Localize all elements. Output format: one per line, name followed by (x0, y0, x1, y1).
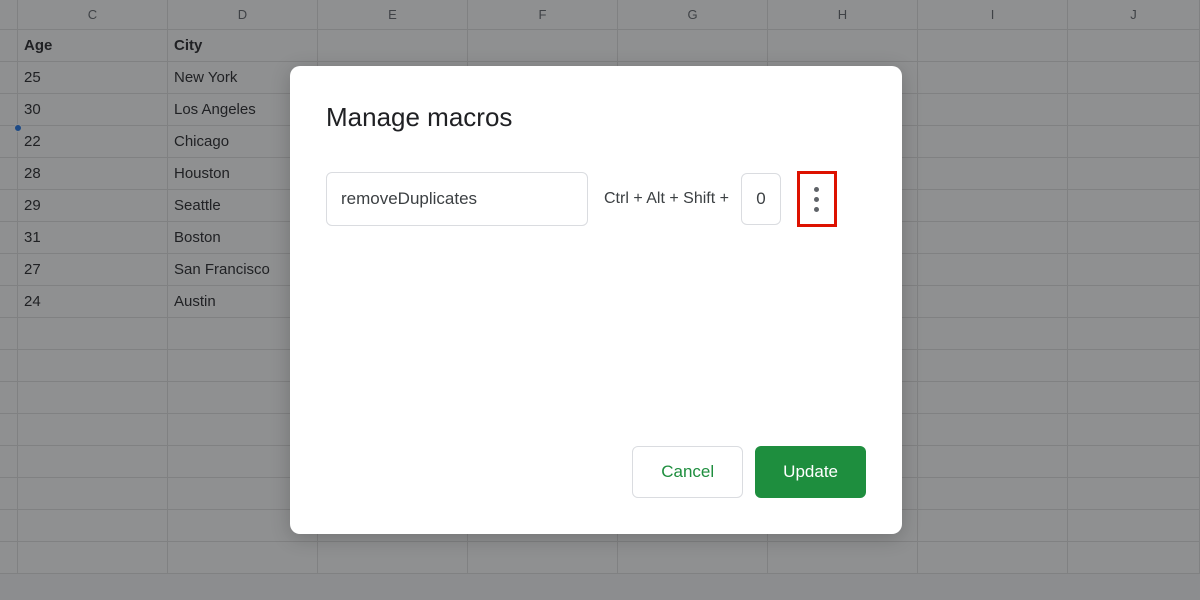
shortcut-prefix-label: Ctrl + Alt + Shift + (604, 190, 729, 208)
cancel-button[interactable]: Cancel (632, 446, 743, 498)
update-button[interactable]: Update (755, 446, 866, 498)
dialog-title: Manage macros (326, 102, 866, 133)
manage-macros-dialog: Manage macros Ctrl + Alt + Shift + Cance… (290, 66, 902, 534)
dialog-footer: Cancel Update (326, 446, 866, 498)
more-vertical-icon (814, 187, 819, 192)
macro-name-input[interactable] (326, 172, 588, 226)
more-vertical-icon (814, 197, 819, 202)
shortcut-key-input[interactable] (741, 173, 781, 225)
more-vertical-icon (814, 207, 819, 212)
more-options-button[interactable] (797, 171, 837, 227)
macro-row: Ctrl + Alt + Shift + (326, 171, 866, 227)
